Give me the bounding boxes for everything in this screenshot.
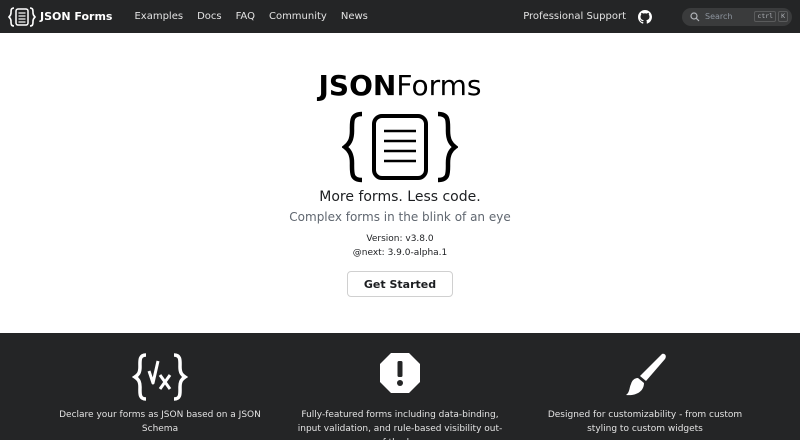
get-started-button[interactable]: Get Started xyxy=(347,271,453,297)
feature-text: Fully-featured forms including data-bind… xyxy=(297,410,503,440)
brand-link[interactable]: JSON Forms xyxy=(8,6,112,28)
json-schema-icon xyxy=(132,353,188,401)
search-button[interactable]: Search ctrl K xyxy=(682,7,792,26)
hero-section: JSONForms More forms. Less code. Complex… xyxy=(0,33,800,333)
github-icon[interactable] xyxy=(638,9,652,24)
nav-link-examples[interactable]: Examples xyxy=(134,11,183,22)
jsonforms-hero-logo-icon xyxy=(342,111,458,183)
brand-title: JSON Forms xyxy=(40,10,113,23)
hero-title-bold: JSON xyxy=(318,69,397,102)
search-placeholder: Search xyxy=(705,12,733,21)
feature-json-schema: Declare your forms as JSON based on a JS… xyxy=(40,333,280,440)
shortcut-key-ctrl: ctrl xyxy=(754,11,777,22)
feature-text: Declare your forms as JSON based on a JS… xyxy=(59,410,261,434)
shortcut-key-k: K xyxy=(778,11,788,22)
professional-support-link[interactable]: Professional Support xyxy=(523,11,626,22)
paintbrush-icon xyxy=(626,353,666,396)
jsonforms-logo-icon xyxy=(8,6,36,27)
feature-validation: Fully-featured forms including data-bind… xyxy=(280,333,520,440)
version-text: Version: v3.8.0 xyxy=(366,234,434,244)
nav-link-faq[interactable]: FAQ xyxy=(236,11,255,22)
hero-subtitle: Complex forms in the blink of an eye xyxy=(289,210,511,224)
nav-link-docs[interactable]: Docs xyxy=(197,11,222,22)
feature-text: Designed for customizability - from cust… xyxy=(547,410,743,434)
exclamation-icon xyxy=(380,353,420,393)
search-icon xyxy=(690,11,700,21)
feature-customizability: Designed for customizability - from cust… xyxy=(525,333,765,440)
next-version-text: @next: 3.9.0-alpha.1 xyxy=(352,248,448,258)
hero-title-regular: Forms xyxy=(396,69,482,102)
features-section: Declare your forms as JSON based on a JS… xyxy=(0,333,800,440)
hero-tagline: More forms. Less code. xyxy=(319,189,481,205)
navbar: JSON Forms Examples Docs FAQ Community N… xyxy=(0,0,800,33)
nav-link-community[interactable]: Community xyxy=(269,11,327,22)
hero-title: JSONForms xyxy=(0,70,800,102)
nav-link-news[interactable]: News xyxy=(341,11,368,22)
